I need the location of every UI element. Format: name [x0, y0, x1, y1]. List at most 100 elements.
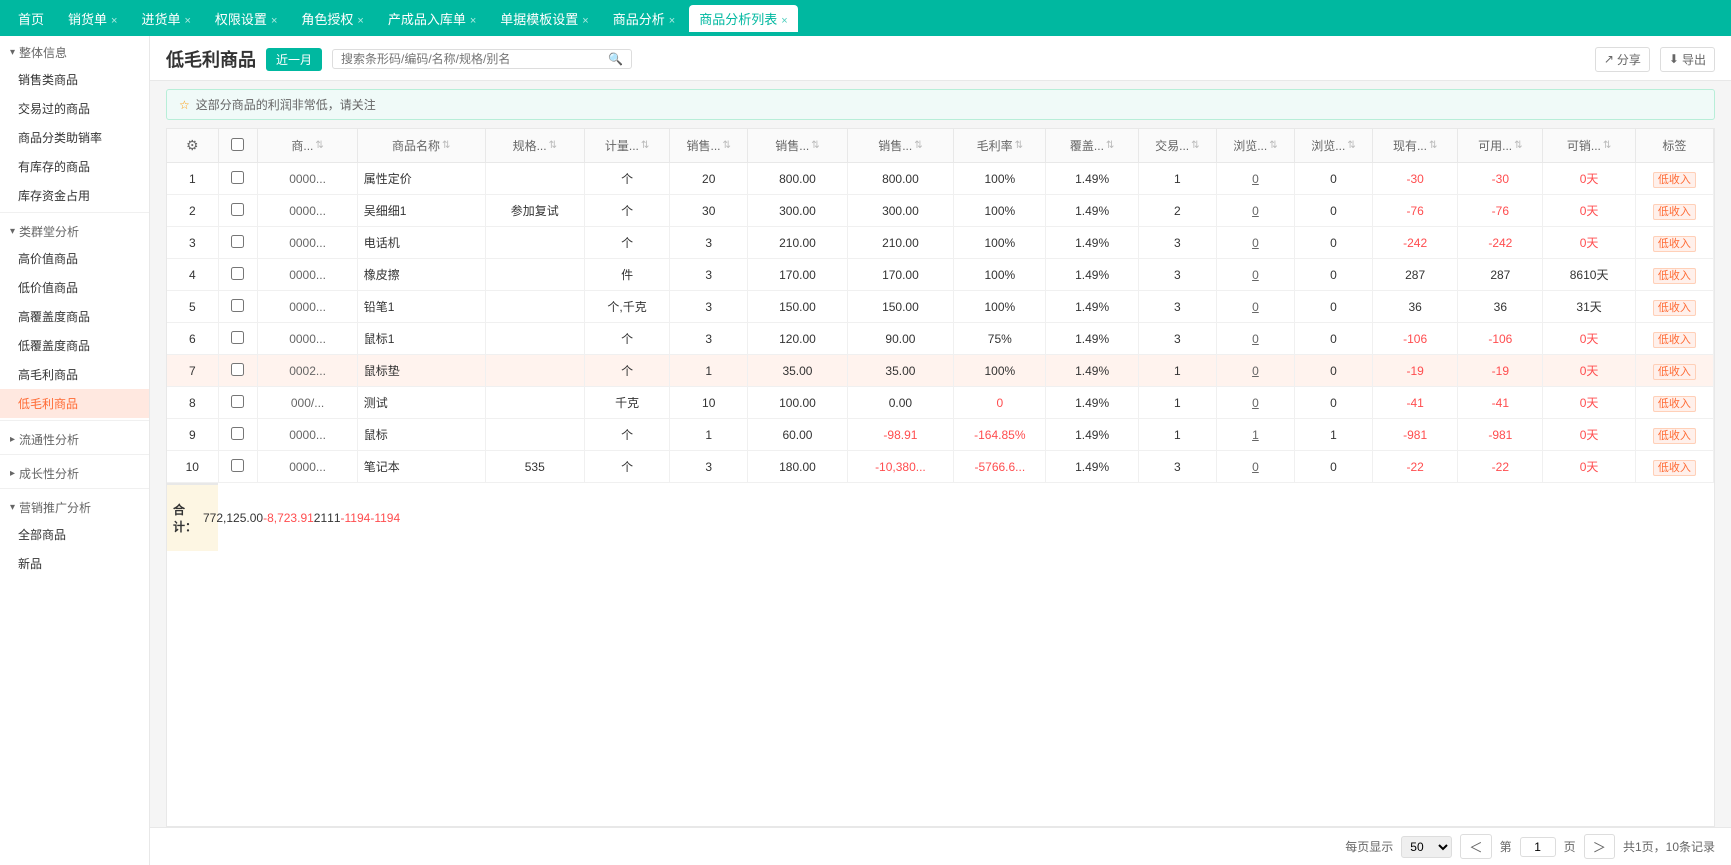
sidebar-group-cluster[interactable]: ▾ 类群堂分析	[0, 215, 149, 244]
row-tag: 低收入	[1635, 163, 1713, 195]
row-view1[interactable]: 0	[1216, 451, 1294, 483]
col-name-header[interactable]: 商品名称⇅	[357, 129, 485, 163]
row-view1[interactable]: 0	[1216, 387, 1294, 419]
share-button[interactable]: ↗ 分享	[1595, 47, 1650, 72]
col-tag-header[interactable]: 标签	[1635, 129, 1713, 163]
row-select-checkbox[interactable]	[231, 331, 244, 344]
row-view1[interactable]: 0	[1216, 291, 1294, 323]
row-checkbox[interactable]	[218, 451, 258, 483]
row-name[interactable]: 测试	[357, 387, 485, 419]
sidebar-item-low-value[interactable]: 低价值商品	[0, 273, 149, 302]
table-container[interactable]: ⚙ 商...⇅ 商品名称⇅ 规格...⇅ 计量...⇅ 销售...⇅ 销售...…	[166, 128, 1715, 827]
nav-home[interactable]: 首页	[8, 5, 54, 32]
row-select-checkbox[interactable]	[231, 203, 244, 216]
sidebar-item-category-rate[interactable]: 商品分类助销率	[0, 123, 149, 152]
row-name[interactable]: 铅笔1	[357, 291, 485, 323]
sidebar-item-new-goods[interactable]: 新品	[0, 549, 149, 578]
row-select-checkbox[interactable]	[231, 427, 244, 440]
sidebar-item-low-cover[interactable]: 低覆盖度商品	[0, 331, 149, 360]
row-view1[interactable]: 1	[1216, 419, 1294, 451]
row-checkbox[interactable]	[218, 259, 258, 291]
sidebar-item-high-cover[interactable]: 高覆盖度商品	[0, 302, 149, 331]
col-salesamt-header[interactable]: 销售...⇅	[847, 129, 954, 163]
row-select-checkbox[interactable]	[231, 171, 244, 184]
sidebar-group-overall[interactable]: ▾ 整体信息	[0, 36, 149, 65]
sidebar-item-low-margin[interactable]: 低毛利商品	[0, 389, 149, 418]
row-checkbox[interactable]	[218, 387, 258, 419]
sidebar-item-sales-goods[interactable]: 销售类商品	[0, 65, 149, 94]
col-code-header[interactable]: 商...⇅	[258, 129, 357, 163]
col-sellable-header[interactable]: 可销...⇅	[1543, 129, 1635, 163]
row-name[interactable]: 鼠标	[357, 419, 485, 451]
row-view1[interactable]: 0	[1216, 323, 1294, 355]
col-view1-header[interactable]: 浏览...⇅	[1216, 129, 1294, 163]
nav-analysis-list[interactable]: 商品分析列表×	[689, 5, 797, 32]
col-checkbox-all[interactable]	[218, 129, 258, 163]
row-name[interactable]: 吴细细1	[357, 195, 485, 227]
row-checkbox[interactable]	[218, 227, 258, 259]
row-checkbox[interactable]	[218, 195, 258, 227]
col-view2-header[interactable]: 浏览...⇅	[1294, 129, 1372, 163]
row-checkbox[interactable]	[218, 291, 258, 323]
search-input[interactable]	[341, 52, 604, 66]
row-view1[interactable]: 0	[1216, 227, 1294, 259]
col-trade-header[interactable]: 交易...⇅	[1138, 129, 1216, 163]
row-name[interactable]: 属性定价	[357, 163, 485, 195]
nav-permission[interactable]: 权限设置×	[205, 5, 287, 32]
sidebar-item-stock-goods[interactable]: 有库存的商品	[0, 152, 149, 181]
row-checkbox[interactable]	[218, 323, 258, 355]
col-stock-header[interactable]: 现有...⇅	[1373, 129, 1458, 163]
row-select-checkbox[interactable]	[231, 459, 244, 472]
export-button[interactable]: ⬇ 导出	[1660, 47, 1715, 72]
nav-analysis[interactable]: 商品分析×	[603, 5, 685, 32]
col-avail-header[interactable]: 可用...⇅	[1458, 129, 1543, 163]
row-checkbox[interactable]	[218, 355, 258, 387]
row-checkbox[interactable]	[218, 163, 258, 195]
sidebar-item-stock-capital[interactable]: 库存资金占用	[0, 181, 149, 210]
nav-template[interactable]: 单据模板设置×	[490, 5, 598, 32]
page-number-input[interactable]	[1520, 837, 1556, 857]
col-cover-header[interactable]: 覆盖...⇅	[1046, 129, 1138, 163]
nav-role[interactable]: 角色授权×	[291, 5, 373, 32]
row-checkbox[interactable]	[218, 419, 258, 451]
search-icon[interactable]: 🔍	[608, 52, 623, 66]
sidebar-group-marketing[interactable]: ▾ 营销推广分析	[0, 491, 149, 520]
row-view1[interactable]: 0	[1216, 355, 1294, 387]
row-select-checkbox[interactable]	[231, 267, 244, 280]
row-name[interactable]: 橡皮擦	[357, 259, 485, 291]
sidebar-item-all-goods[interactable]: 全部商品	[0, 520, 149, 549]
col-spec-header[interactable]: 规格...⇅	[485, 129, 584, 163]
row-name[interactable]: 电话机	[357, 227, 485, 259]
sidebar-item-high-value[interactable]: 高价值商品	[0, 244, 149, 273]
sidebar-item-traded-goods[interactable]: 交易过的商品	[0, 94, 149, 123]
row-name[interactable]: 鼠标1	[357, 323, 485, 355]
row-name[interactable]: 鼠标垫	[357, 355, 485, 387]
row-select-checkbox[interactable]	[231, 363, 244, 376]
row-num: 7	[167, 355, 218, 387]
nav-purchase[interactable]: 进货单×	[131, 5, 200, 32]
row-spec	[485, 355, 584, 387]
row-select-checkbox[interactable]	[231, 299, 244, 312]
nav-product[interactable]: 产成品入库单×	[378, 5, 486, 32]
col-unit-header[interactable]: 计量...⇅	[584, 129, 669, 163]
sidebar-group-growth[interactable]: ▸ 成长性分析	[0, 457, 149, 486]
next-page-button[interactable]: ＞	[1584, 834, 1615, 859]
filter-recent-month-button[interactable]: 近一月	[266, 48, 322, 71]
row-view1[interactable]: 0	[1216, 195, 1294, 227]
row-name[interactable]: 笔记本	[357, 451, 485, 483]
row-select-checkbox[interactable]	[231, 235, 244, 248]
prev-page-button[interactable]: ＜	[1460, 834, 1491, 859]
col-salesqty-header[interactable]: 销售...⇅	[670, 129, 748, 163]
row-select-checkbox[interactable]	[231, 395, 244, 408]
select-all-checkbox[interactable]	[231, 138, 244, 151]
per-page-select[interactable]: 50 20 100	[1401, 836, 1452, 858]
col-settings[interactable]: ⚙	[167, 129, 218, 163]
sidebar-group-liquidity[interactable]: ▸ 流通性分析	[0, 423, 149, 452]
row-code: 0000...	[258, 451, 357, 483]
row-view1[interactable]: 0	[1216, 163, 1294, 195]
sidebar-item-high-margin[interactable]: 高毛利商品	[0, 360, 149, 389]
col-margin-header[interactable]: 毛利率⇅	[954, 129, 1046, 163]
col-price1-header[interactable]: 销售...⇅	[748, 129, 847, 163]
row-view1[interactable]: 0	[1216, 259, 1294, 291]
nav-sales[interactable]: 销货单×	[58, 5, 127, 32]
